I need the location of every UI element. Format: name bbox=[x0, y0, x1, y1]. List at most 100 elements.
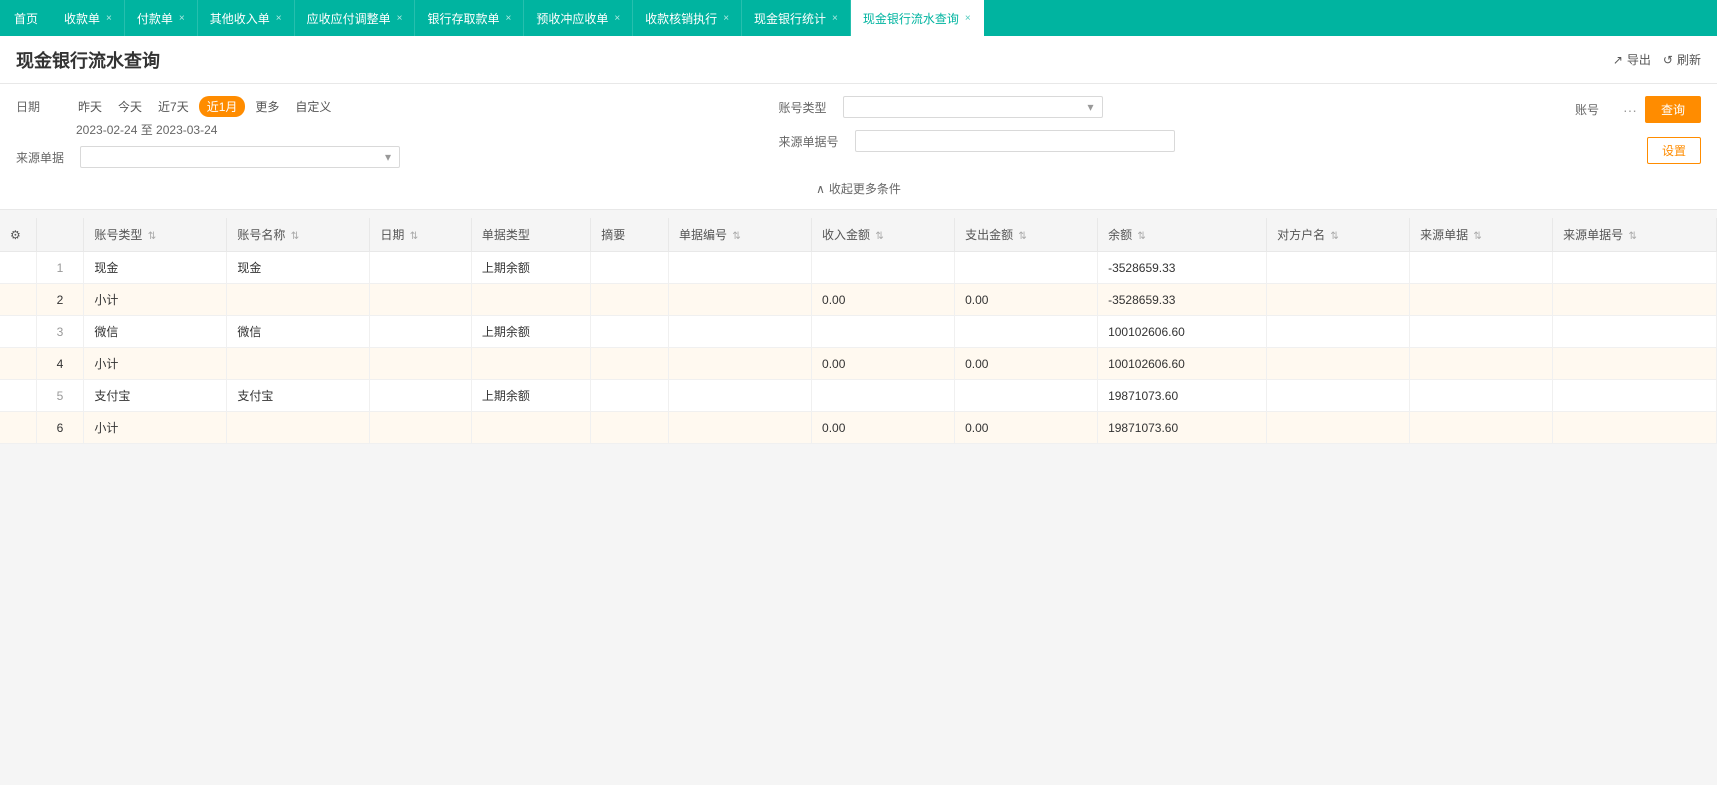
collapse-up-icon: ∧ bbox=[816, 182, 825, 196]
source-doc-select[interactable]: ▾ bbox=[80, 146, 400, 168]
table-cell: 4 bbox=[36, 348, 84, 380]
col-expense[interactable]: 支出金额 ⇅ bbox=[955, 218, 1098, 252]
table-cell bbox=[591, 412, 669, 444]
table-container: ⚙ 账号类型 ⇅ 账号名称 ⇅ 日期 ⇅ 单据类型 摘要 单据编号 ⇅ 收入金额… bbox=[0, 218, 1717, 444]
page-title: 现金银行流水查询 bbox=[16, 47, 160, 73]
table-row: 1现金现金上期余额-3528659.33 bbox=[0, 252, 1717, 284]
table-cell: 上期余额 bbox=[471, 252, 590, 284]
date-btn-today[interactable]: 今天 bbox=[112, 96, 148, 117]
date-btn-7days[interactable]: 近7天 bbox=[152, 96, 195, 117]
col-source-doc-no[interactable]: 来源单据号 ⇅ bbox=[1553, 218, 1717, 252]
date-label: 日期 bbox=[16, 98, 56, 115]
table-cell: 微信 bbox=[84, 316, 227, 348]
filter-area: 日期 昨天 今天 近7天 近1月 更多 自定义 2023-02-24 至 202… bbox=[0, 84, 1717, 210]
table-cell: 微信 bbox=[227, 316, 370, 348]
close-icon[interactable]: × bbox=[614, 13, 620, 24]
more-account-button[interactable]: ··· bbox=[1623, 102, 1637, 118]
table-cell bbox=[1267, 252, 1410, 284]
table-cell bbox=[1410, 316, 1553, 348]
table-cell bbox=[1410, 284, 1553, 316]
table-cell: 6 bbox=[36, 412, 84, 444]
table-cell bbox=[370, 284, 472, 316]
close-icon[interactable]: × bbox=[832, 13, 838, 24]
table-cell bbox=[0, 284, 36, 316]
close-icon[interactable]: × bbox=[723, 13, 729, 24]
table-cell bbox=[370, 252, 472, 284]
table-cell: 现金 bbox=[84, 252, 227, 284]
table-cell bbox=[1267, 316, 1410, 348]
collapse-filters-button[interactable]: ∧ 收起更多条件 bbox=[16, 176, 1701, 201]
col-doc-no[interactable]: 单据编号 ⇅ bbox=[669, 218, 812, 252]
col-doc-type: 单据类型 bbox=[471, 218, 590, 252]
table-cell: 0.00 bbox=[812, 348, 955, 380]
source-doc-num-input[interactable] bbox=[855, 130, 1175, 152]
col-counterparty[interactable]: 对方户名 ⇅ bbox=[1267, 218, 1410, 252]
account-type-select[interactable]: ▾ bbox=[843, 96, 1103, 118]
col-balance[interactable]: 余额 ⇅ bbox=[1098, 218, 1267, 252]
table-cell: 5 bbox=[36, 380, 84, 412]
table-cell: 0.00 bbox=[955, 412, 1098, 444]
table-cell bbox=[955, 316, 1098, 348]
col-source-doc[interactable]: 来源单据 ⇅ bbox=[1410, 218, 1553, 252]
table-cell: 19871073.60 bbox=[1098, 380, 1267, 412]
col-account-type[interactable]: 账号类型 ⇅ bbox=[84, 218, 227, 252]
table-cell bbox=[955, 380, 1098, 412]
nav-tab-0[interactable]: 收款单 × bbox=[52, 0, 125, 36]
table-cell: 小计 bbox=[84, 284, 227, 316]
nav-tab-6[interactable]: 收款核销执行 × bbox=[633, 0, 742, 36]
table-cell bbox=[227, 348, 370, 380]
nav-tab-4[interactable]: 银行存取款单 × bbox=[415, 0, 524, 36]
close-icon[interactable]: × bbox=[276, 13, 282, 24]
col-income[interactable]: 收入金额 ⇅ bbox=[812, 218, 955, 252]
nav-tab-7[interactable]: 现金银行统计 × bbox=[742, 0, 851, 36]
date-btn-yesterday[interactable]: 昨天 bbox=[72, 96, 108, 117]
table-cell bbox=[591, 380, 669, 412]
close-icon[interactable]: × bbox=[965, 13, 971, 24]
date-btn-custom[interactable]: 自定义 bbox=[289, 96, 337, 117]
query-button[interactable]: 查询 bbox=[1645, 96, 1701, 123]
table-row: 6小计0.000.0019871073.60 bbox=[0, 412, 1717, 444]
table-cell: 小计 bbox=[84, 348, 227, 380]
col-account-name[interactable]: 账号名称 ⇅ bbox=[227, 218, 370, 252]
nav-tab-5[interactable]: 预收冲应收单 × bbox=[524, 0, 633, 36]
date-btn-more[interactable]: 更多 bbox=[249, 96, 285, 117]
nav-home[interactable]: 首页 bbox=[0, 10, 52, 27]
table-cell bbox=[0, 252, 36, 284]
table-cell bbox=[812, 316, 955, 348]
table-cell: 1 bbox=[36, 252, 84, 284]
date-range-display: 2023-02-24 至 2023-03-24 bbox=[76, 121, 217, 138]
filter-account-row: 账号 ··· 查询 bbox=[1575, 96, 1701, 123]
table-cell bbox=[812, 380, 955, 412]
close-icon[interactable]: × bbox=[179, 13, 185, 24]
close-icon[interactable]: × bbox=[505, 13, 511, 24]
close-icon[interactable]: × bbox=[106, 13, 112, 24]
table-cell bbox=[0, 316, 36, 348]
nav-tab-8[interactable]: 现金银行流水查询 × bbox=[851, 0, 984, 36]
col-gear[interactable]: ⚙ bbox=[0, 218, 36, 252]
table-row: 5支付宝支付宝上期余额19871073.60 bbox=[0, 380, 1717, 412]
table-cell bbox=[1410, 348, 1553, 380]
setting-button[interactable]: 设置 bbox=[1647, 137, 1701, 164]
source-doc-label: 来源单据 bbox=[16, 149, 64, 166]
col-summary: 摘要 bbox=[591, 218, 669, 252]
refresh-button[interactable]: ↺ 刷新 bbox=[1663, 51, 1701, 68]
date-options: 昨天 今天 近7天 近1月 更多 自定义 bbox=[72, 96, 337, 117]
table-row: 3微信微信上期余额100102606.60 bbox=[0, 316, 1717, 348]
table-cell: 0.00 bbox=[812, 412, 955, 444]
col-date[interactable]: 日期 ⇅ bbox=[370, 218, 472, 252]
filter-date-range-row: 2023-02-24 至 2023-03-24 bbox=[72, 121, 755, 138]
date-btn-1month[interactable]: 近1月 bbox=[199, 96, 246, 117]
table-cell bbox=[1410, 412, 1553, 444]
close-icon[interactable]: × bbox=[397, 13, 403, 24]
nav-tab-1[interactable]: 付款单 × bbox=[125, 0, 198, 36]
nav-tab-2[interactable]: 其他收入单 × bbox=[198, 0, 295, 36]
table-cell: -3528659.33 bbox=[1098, 252, 1267, 284]
export-button[interactable]: ↗ 导出 bbox=[1613, 51, 1651, 68]
table-cell: 支付宝 bbox=[84, 380, 227, 412]
table-cell bbox=[1553, 252, 1717, 284]
table-cell bbox=[1267, 284, 1410, 316]
refresh-icon: ↺ bbox=[1663, 53, 1673, 67]
table-cell: 支付宝 bbox=[227, 380, 370, 412]
nav-tab-3[interactable]: 应收应付调整单 × bbox=[295, 0, 416, 36]
filter-account-type-row: 账号类型 ▾ bbox=[779, 96, 1518, 118]
